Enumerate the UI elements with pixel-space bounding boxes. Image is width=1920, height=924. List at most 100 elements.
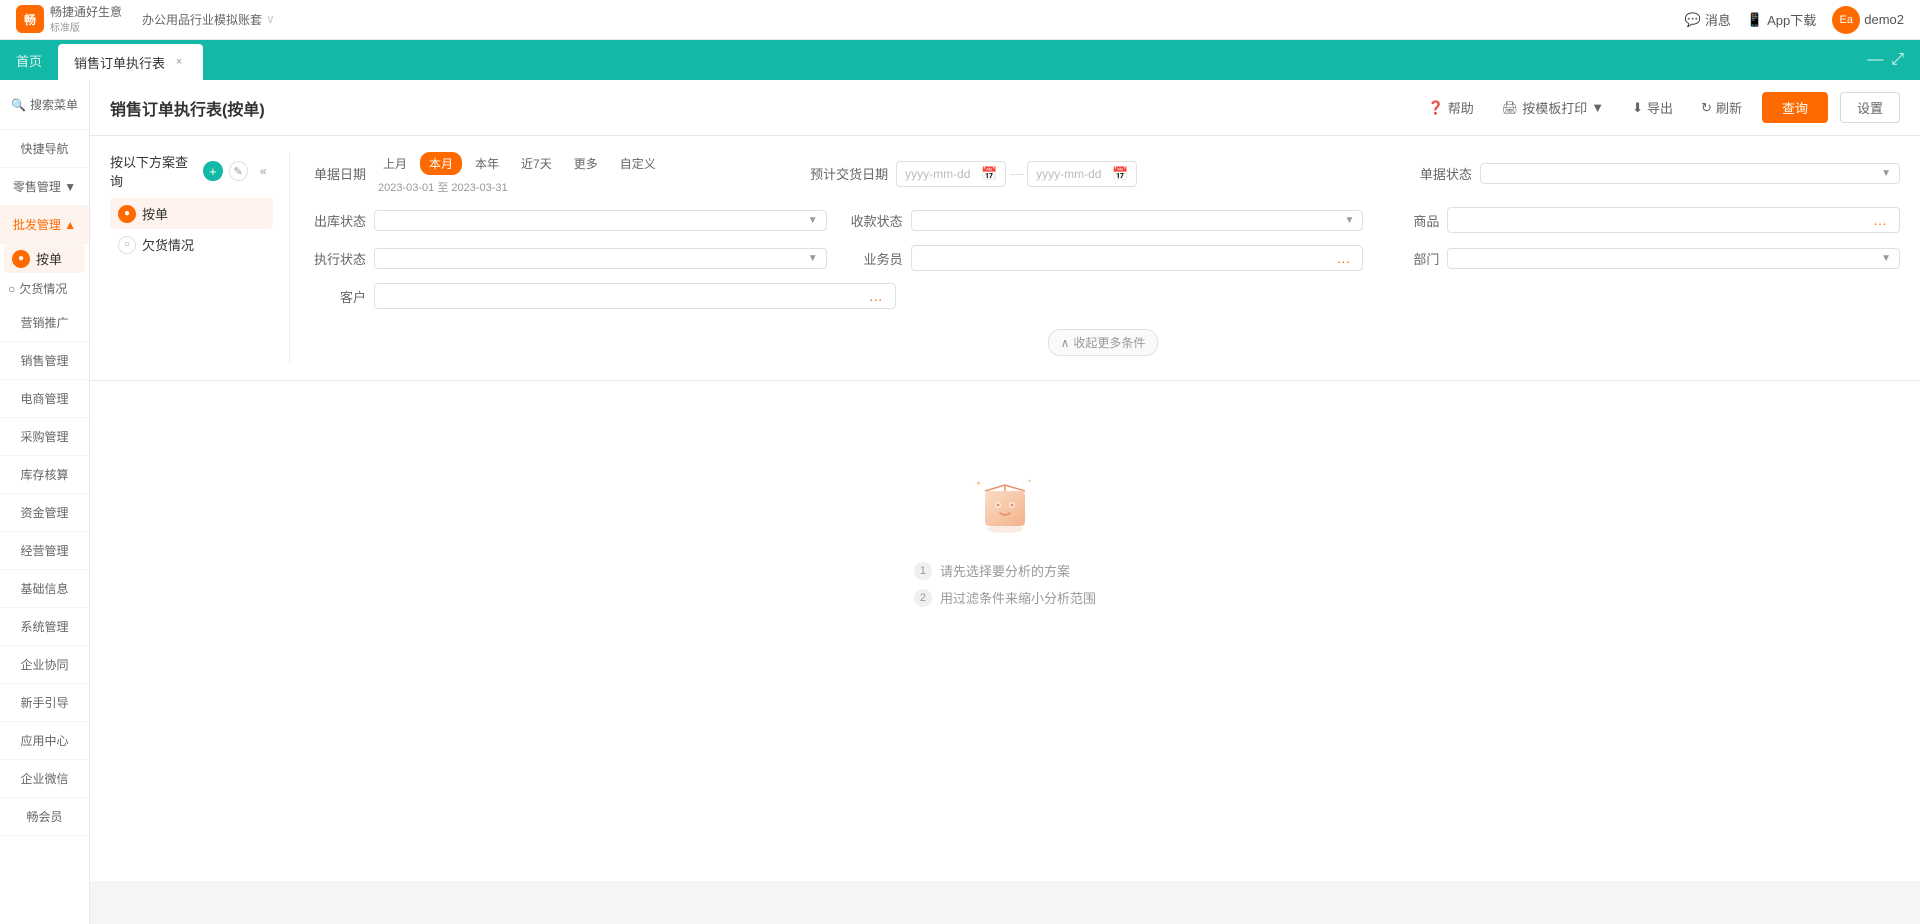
scheme-header: 按以下方案查询 + ✎ « (110, 152, 273, 190)
payment-status-label: 收款状态 (843, 211, 903, 230)
customer-field: 客户 … (306, 283, 896, 309)
sidebar-item-system[interactable]: 系统管理 (0, 608, 89, 646)
collapse-row: ∧ 收起更多条件 (306, 321, 1900, 364)
print-button[interactable]: 🖨 按模板打印 ▼ (1494, 94, 1612, 121)
status-label: 单据状态 (1412, 164, 1472, 183)
calendar-start-icon: 📅 (981, 166, 997, 182)
print-arrow-icon: ▼ (1591, 100, 1604, 115)
breadcrumb[interactable]: 办公用品行业模拟账套 ∨ (142, 11, 275, 28)
status-select[interactable]: ▼ (1480, 163, 1900, 184)
shortage-label: 欠货情况 (19, 280, 67, 297)
help-button[interactable]: ❓ 帮助 (1420, 94, 1482, 121)
expected-date-end-input[interactable]: yyyy-mm-dd 📅 (1027, 161, 1137, 187)
message-button[interactable]: 💬 消息 (1685, 10, 1731, 29)
goods-field: 商品 … (1379, 207, 1900, 233)
date-btn-7days[interactable]: 近7天 (512, 152, 561, 175)
customer-label: 客户 (306, 287, 366, 306)
date-btn-custom[interactable]: 自定义 (611, 152, 665, 175)
sidebar-item-operations[interactable]: 经营管理 (0, 532, 89, 570)
settings-button[interactable]: 设置 (1840, 92, 1900, 123)
date-btn-this-month[interactable]: 本月 (420, 152, 462, 175)
sidebar-item-by-order[interactable]: ● 按单 (4, 244, 85, 273)
tip-num-1: 1 (914, 562, 932, 580)
tab-maximize-button[interactable]: ⤢ (1891, 51, 1904, 69)
refresh-label: 刷新 (1716, 98, 1742, 117)
exec-status-select[interactable]: ▼ (374, 248, 827, 269)
sidebar-item-newbie[interactable]: 新手引导 (0, 684, 89, 722)
sidebar-item-quick-nav[interactable]: 快捷导航 (0, 130, 89, 168)
sidebar-search-area: 🔍 搜索菜单 (0, 80, 89, 130)
customer-ellipsis-icon[interactable]: … (865, 288, 887, 304)
content-area: 销售订单执行表(按单) ❓ 帮助 🖨 按模板打印 ▼ ⬇ 导出 ↻ 刷新 (90, 80, 1920, 924)
salesman-select[interactable]: … (911, 245, 1364, 271)
empty-tips: 1 请先选择要分析的方案 2 用过滤条件来缩小分析范围 (914, 561, 1096, 615)
sidebar-item-cooperation[interactable]: 企业协同 (0, 646, 89, 684)
goods-ellipsis-icon[interactable]: … (1869, 212, 1891, 228)
date-btn-more[interactable]: 更多 (565, 152, 607, 175)
sidebar-item-app-center[interactable]: 应用中心 (0, 722, 89, 760)
user-menu[interactable]: Ea demo2 (1832, 6, 1904, 34)
sidebar-item-inventory[interactable]: 库存核算 (0, 456, 89, 494)
stock-status-field: 出库状态 ▼ (306, 210, 827, 231)
tab-home[interactable]: 首页 (0, 40, 58, 80)
tab-close-icon[interactable]: × (171, 54, 187, 70)
tip-num-2: 2 (914, 589, 932, 607)
top-bar: 畅 畅捷通好生意 标准版 办公用品行业模拟账套 ∨ 💬 消息 📱 App下载 E… (0, 0, 1920, 40)
sidebar-item-basics[interactable]: 基础信息 (0, 570, 89, 608)
payment-status-select[interactable]: ▼ (911, 210, 1364, 231)
sidebar-item-marketing[interactable]: 营销推广 (0, 304, 89, 342)
sidebar-item-purchase[interactable]: 采购管理 (0, 418, 89, 456)
scheme-header-label: 按以下方案查询 (110, 152, 197, 190)
query-button[interactable]: 查询 (1762, 92, 1828, 123)
message-icon: 💬 (1685, 12, 1701, 28)
payment-status-field: 收款状态 ▼ (843, 210, 1364, 231)
goods-select[interactable]: … (1447, 207, 1900, 233)
expected-date-start-input[interactable]: yyyy-mm-dd 📅 (896, 161, 1006, 187)
collapse-scheme-button[interactable]: « (254, 161, 273, 181)
refresh-button[interactable]: ↻ 刷新 (1693, 94, 1750, 121)
sidebar-item-wechat[interactable]: 企业微信 (0, 760, 89, 798)
calendar-end-icon: 📅 (1112, 166, 1128, 182)
salesman-ellipsis-icon[interactable]: … (1332, 250, 1354, 266)
shortage-icon: ○ (8, 282, 15, 296)
dept-select[interactable]: ▼ (1447, 248, 1900, 269)
date-btn-this-year[interactable]: 本年 (466, 152, 508, 175)
export-button[interactable]: ⬇ 导出 (1624, 94, 1681, 121)
date-field: 单据日期 上月 本月 本年 近7天 更多 自定义 2023-03-01 至 20… (306, 152, 794, 195)
tab-bar-actions: — ⤢ (1867, 51, 1920, 69)
tab-minimize-button[interactable]: — (1867, 51, 1883, 69)
salesman-field: 业务员 … (843, 245, 1364, 271)
app-download-button[interactable]: 📱 App下载 (1747, 10, 1816, 29)
sidebar: 🔍 搜索菜单 快捷导航 零售管理 ▼ 批发管理 ▲ ● 按单 ○ 欠货情况 营销… (0, 80, 90, 924)
customer-select[interactable]: … (374, 283, 896, 309)
logo-text: 畅捷通好生意 (50, 5, 122, 19)
sidebar-item-retail[interactable]: 零售管理 ▼ (0, 168, 89, 206)
sidebar-item-shortage[interactable]: ○ 欠货情况 (0, 273, 89, 304)
sidebar-item-finance[interactable]: 资金管理 (0, 494, 89, 532)
svg-text:✦: ✦ (1027, 478, 1032, 485)
search-icon: 🔍 (11, 98, 26, 112)
edit-scheme-button[interactable]: ✎ (229, 161, 248, 181)
tab-active[interactable]: 销售订单执行表 × (58, 44, 203, 80)
logo-sub: 标准版 (50, 19, 122, 34)
top-bar-right: 💬 消息 📱 App下载 Ea demo2 (1685, 6, 1904, 34)
search-menu-button[interactable]: 🔍 搜索菜单 (8, 88, 81, 121)
logo-text-block: 畅捷通好生意 标准版 (50, 5, 122, 34)
date-label: 单据日期 (306, 164, 366, 183)
add-scheme-button[interactable]: + (203, 161, 222, 181)
sidebar-item-member[interactable]: 畅会员 (0, 798, 89, 836)
stock-status-select[interactable]: ▼ (374, 210, 827, 231)
date-btn-last-month[interactable]: 上月 (374, 152, 416, 175)
sidebar-item-ecommerce[interactable]: 电商管理 (0, 380, 89, 418)
retail-arrow-icon: ▼ (64, 180, 76, 194)
filter-scheme-panel: 按以下方案查询 + ✎ « ● 按单 ○ 欠货情况 (110, 152, 290, 364)
scheme-item-shortage[interactable]: ○ 欠货情况 (110, 229, 273, 260)
sidebar-item-wholesale[interactable]: 批发管理 ▲ (0, 206, 89, 244)
scheme-item-by-order[interactable]: ● 按单 (110, 198, 273, 229)
collapse-button[interactable]: ∧ 收起更多条件 (1048, 329, 1159, 356)
logo-icon: 畅 (16, 5, 44, 33)
empty-tip-1: 1 请先选择要分析的方案 (914, 561, 1096, 580)
sidebar-item-sales[interactable]: 销售管理 (0, 342, 89, 380)
app-download-label: App下载 (1767, 10, 1816, 29)
filter-panel: 按以下方案查询 + ✎ « ● 按单 ○ 欠货情况 (90, 136, 1920, 381)
